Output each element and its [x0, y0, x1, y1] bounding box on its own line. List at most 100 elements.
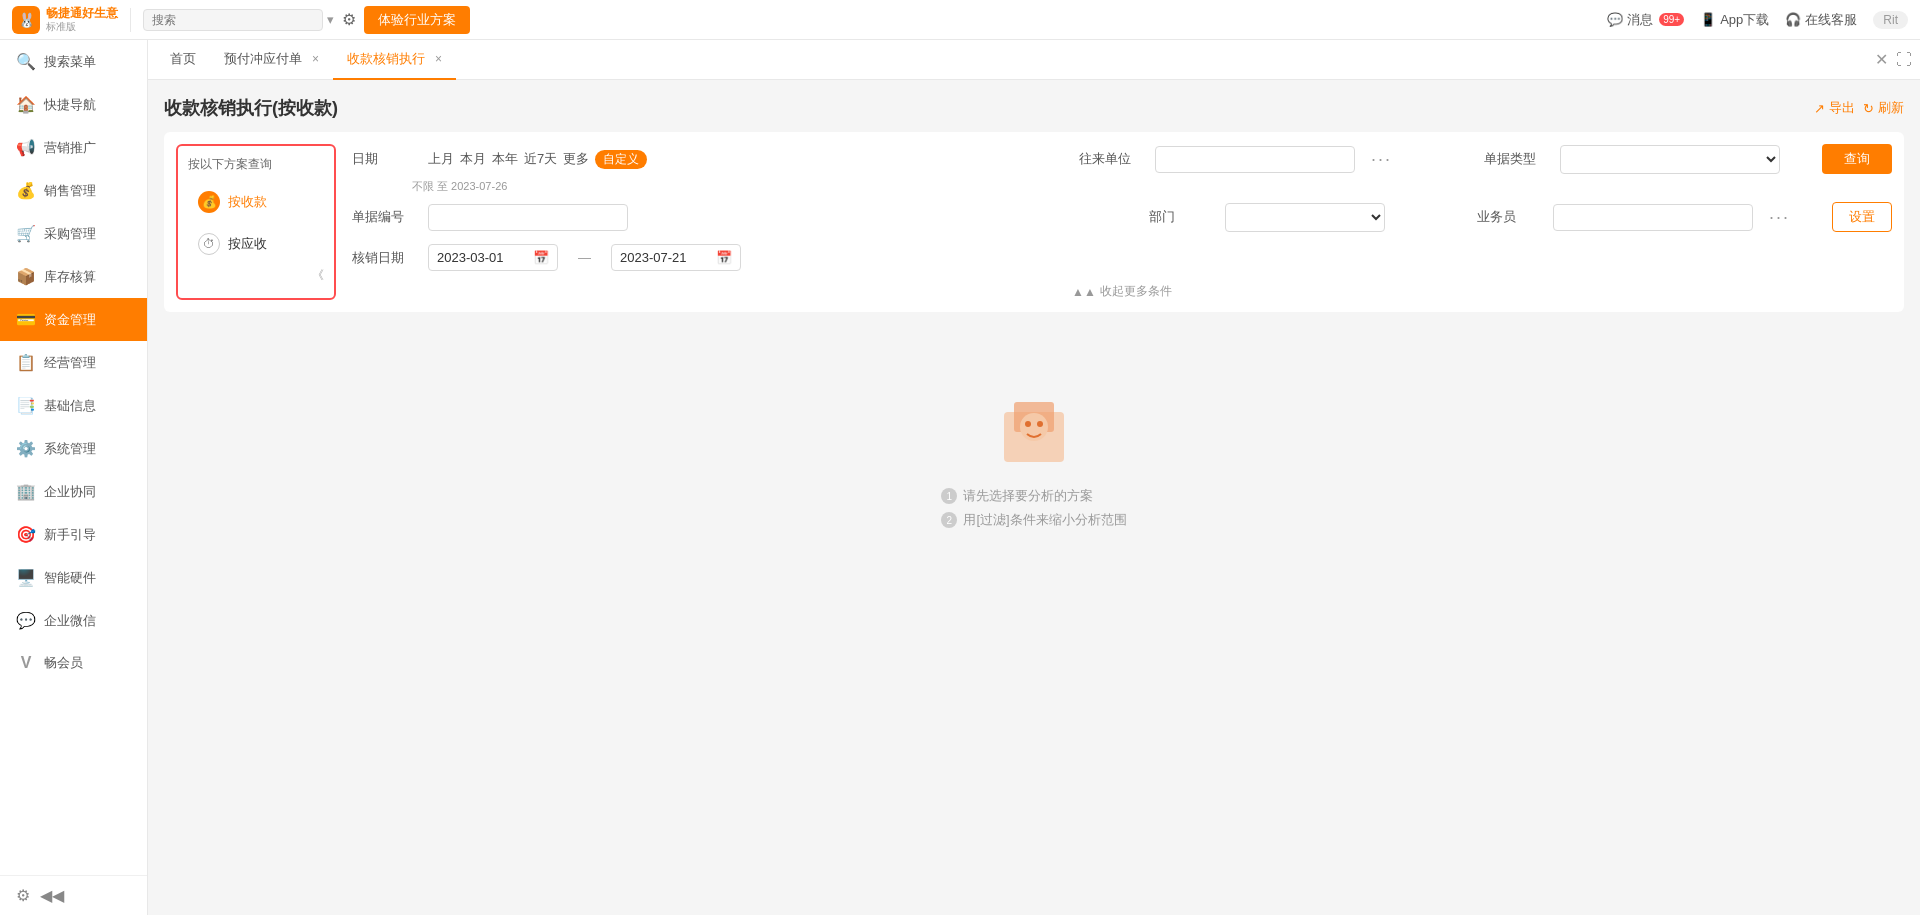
custom-badge[interactable]: 自定义	[595, 150, 647, 169]
sidebar-item-collab[interactable]: 🏢 企业协同	[0, 470, 147, 513]
tab-prepay-close[interactable]: ×	[312, 52, 319, 66]
doc-type-select[interactable]	[1560, 145, 1780, 174]
calendar-start-icon[interactable]: 📅	[533, 250, 549, 265]
page-actions: ↗ 导出 ↻ 刷新	[1814, 99, 1904, 117]
sidebar-bottom: ⚙ ◀◀	[0, 875, 147, 915]
sidebar-item-basic[interactable]: 📑 基础信息	[0, 384, 147, 427]
tab-home[interactable]: 首页	[156, 40, 210, 80]
sidebar-item-label: 营销推广	[44, 139, 96, 157]
filter-sidebar-collapse[interactable]: 《	[188, 267, 324, 284]
empty-svg	[984, 372, 1084, 472]
counterpart-input[interactable]	[1155, 146, 1355, 173]
solution-button[interactable]: 体验行业方案	[364, 6, 470, 34]
more-shortcut[interactable]: 更多	[563, 150, 589, 168]
tab-bar-expand-icon[interactable]: ⛶	[1896, 51, 1912, 69]
empty-tip-1: 1 请先选择要分析的方案	[941, 487, 1126, 505]
tab-bar-close-icon[interactable]: ✕	[1875, 50, 1888, 69]
brand-edition: 标准版	[46, 21, 118, 33]
sidebar-item-hardware[interactable]: 🖥️ 智能硬件	[0, 556, 147, 599]
marketing-icon: 📢	[16, 138, 36, 157]
export-button[interactable]: ↗ 导出	[1814, 99, 1855, 117]
home-icon: 🏠	[16, 95, 36, 114]
sidebar-item-label: 智能硬件	[44, 569, 96, 587]
sidebar-item-sales[interactable]: 💰 销售管理	[0, 169, 147, 212]
query-button[interactable]: 查询	[1822, 144, 1892, 174]
collab-icon: 🏢	[16, 482, 36, 501]
sidebar-item-quick-nav[interactable]: 🏠 快捷导航	[0, 83, 147, 126]
message-icon: 💬	[1607, 12, 1623, 27]
filter-receivable-icon: ⏱	[198, 233, 220, 255]
counterpart-label: 往来单位	[1079, 150, 1139, 168]
inventory-icon: 📦	[16, 267, 36, 286]
sidebar-item-purchase[interactable]: 🛒 采购管理	[0, 212, 147, 255]
sidebar-item-finance[interactable]: 💳 资金管理	[0, 298, 147, 341]
filter-sidebar: 按以下方案查询 💰 按收款 ⏱ 按应收 《	[176, 144, 336, 300]
sidebar-collapse-icon[interactable]: ◀◀	[40, 886, 64, 905]
date-label: 日期	[352, 150, 412, 168]
doc-num-input[interactable]	[428, 204, 628, 231]
sidebar-item-guide[interactable]: 🎯 新手引导	[0, 513, 147, 556]
sidebar-gear-icon[interactable]: ⚙	[16, 886, 30, 905]
sidebar-item-wechat[interactable]: 💬 企业微信	[0, 599, 147, 642]
sidebar-item-member[interactable]: V 畅会员	[0, 642, 147, 684]
filter-sidebar-title: 按以下方案查询	[188, 156, 324, 173]
sidebar-item-marketing[interactable]: 📢 营销推广	[0, 126, 147, 169]
last-month-shortcut[interactable]: 上月	[428, 150, 454, 168]
sidebar-item-system[interactable]: ⚙️ 系统管理	[0, 427, 147, 470]
message-label: 消息	[1627, 11, 1653, 29]
counterpart-dots[interactable]: ···	[1371, 149, 1392, 170]
setting-button[interactable]: 设置	[1832, 202, 1892, 232]
tab-receipt-close[interactable]: ×	[435, 52, 442, 66]
date-separator: —	[578, 250, 591, 265]
this-year-shortcut[interactable]: 本年	[492, 150, 518, 168]
tab-bar: 首页 预付冲应付单 × 收款核销执行 × ✕ ⛶	[148, 40, 1920, 80]
user-avatar[interactable]: Rit	[1873, 11, 1908, 29]
sidebar-item-search[interactable]: 🔍 搜索菜单	[0, 40, 147, 83]
verify-end-date[interactable]: 2023-07-21 📅	[611, 244, 741, 271]
tip-1-text: 请先选择要分析的方案	[963, 487, 1093, 505]
filter-panel: 按以下方案查询 💰 按收款 ⏱ 按应收 《	[164, 132, 1904, 312]
logo-icon: 🐰	[12, 6, 40, 34]
filter-option-by-receipt[interactable]: 💰 按收款	[188, 183, 324, 221]
collapse-up-icon: ▲▲	[1072, 285, 1096, 299]
filter-option-by-receivable[interactable]: ⏱ 按应收	[188, 225, 324, 263]
svg-point-4	[1037, 421, 1043, 427]
chevron-down-icon[interactable]: ▾	[327, 12, 334, 27]
app-label: App下载	[1720, 11, 1769, 29]
refresh-button[interactable]: ↻ 刷新	[1863, 99, 1904, 117]
dept-select[interactable]	[1225, 203, 1385, 232]
collapse-more-conditions[interactable]: ▲▲ 收起更多条件	[352, 283, 1892, 300]
verify-date-label: 核销日期	[352, 249, 412, 267]
app-icon: 📱	[1700, 12, 1716, 27]
message-button[interactable]: 💬 消息 99+	[1607, 11, 1684, 29]
sidebar-item-ops[interactable]: 📋 经营管理	[0, 341, 147, 384]
sidebar-item-label: 企业微信	[44, 612, 96, 630]
tip-num-1: 1	[941, 488, 957, 504]
tab-prepay[interactable]: 预付冲应付单 ×	[210, 40, 333, 80]
filter-option-receivable-label: 按应收	[228, 235, 267, 253]
sidebar-item-label: 采购管理	[44, 225, 96, 243]
service-button[interactable]: 🎧 在线客服	[1785, 11, 1857, 29]
sidebar-item-inventory[interactable]: 📦 库存核算	[0, 255, 147, 298]
doc-num-label: 单据编号	[352, 208, 412, 226]
tab-receipt[interactable]: 收款核销执行 ×	[333, 40, 456, 80]
export-icon: ↗	[1814, 101, 1825, 116]
staff-input[interactable]	[1553, 204, 1753, 231]
collapse-icon: 《	[312, 267, 324, 284]
search-input[interactable]	[143, 9, 323, 31]
gear-icon[interactable]: ⚙	[342, 10, 356, 29]
verify-start-date[interactable]: 2023-03-01 📅	[428, 244, 558, 271]
calendar-end-icon[interactable]: 📅	[716, 250, 732, 265]
sidebar-item-label: 资金管理	[44, 311, 96, 329]
filter-option-receipt-label: 按收款	[228, 193, 267, 211]
empty-state: 1 请先选择要分析的方案 2 用[过滤]条件来缩小分析范围	[164, 312, 1904, 595]
empty-tip-2: 2 用[过滤]条件来缩小分析范围	[941, 511, 1126, 529]
hardware-icon: 🖥️	[16, 568, 36, 587]
divider	[130, 8, 131, 32]
this-month-shortcut[interactable]: 本月	[460, 150, 486, 168]
staff-dots[interactable]: ···	[1769, 207, 1790, 228]
app-download-button[interactable]: 📱 App下载	[1700, 11, 1769, 29]
last-7-days-shortcut[interactable]: 近7天	[524, 150, 557, 168]
page-title: 收款核销执行(按收款)	[164, 96, 338, 120]
filter-row-3: 核销日期 2023-03-01 📅 — 2023-07-21 📅	[352, 244, 1892, 271]
